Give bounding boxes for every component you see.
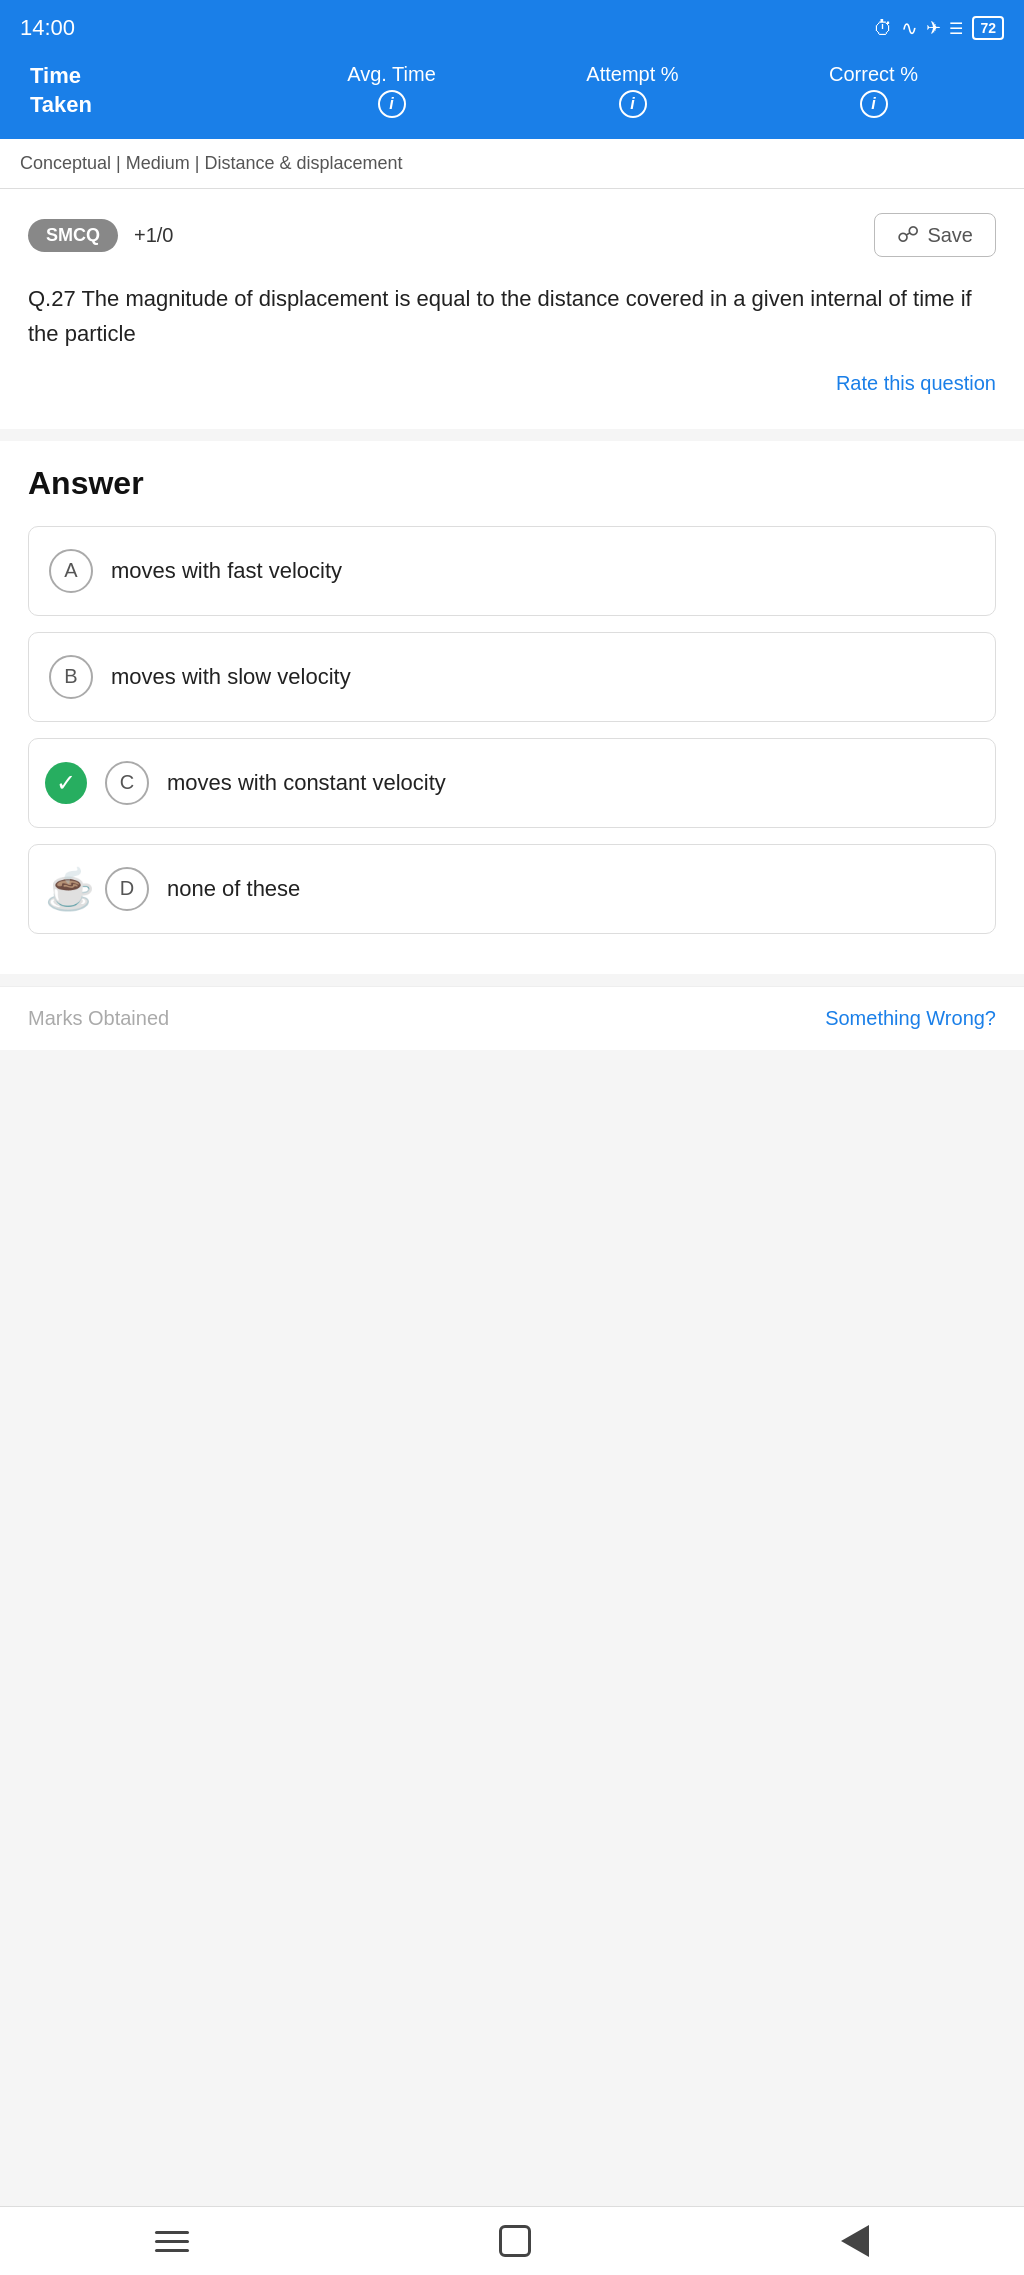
bottom-bar: Marks Obtained Something Wrong? (0, 986, 1024, 1050)
wifi-icon: ∿ (901, 16, 918, 40)
breadcrumb: Conceptual | Medium | Distance & displac… (0, 139, 1024, 189)
option-d-text: none of these (167, 876, 300, 902)
something-wrong-link[interactable]: Something Wrong? (825, 1007, 996, 1030)
hand-icon: ☕ (45, 865, 95, 912)
attempt-pct-info-icon[interactable]: i (619, 90, 647, 118)
correct-pct-info-icon[interactable]: i (860, 90, 888, 118)
header-attempt-pct: Attempt % i (512, 63, 753, 118)
bars-icon: ☰ (949, 19, 964, 38)
header-time-taken: TimeTaken (30, 62, 271, 119)
status-time: 14:00 (20, 15, 75, 41)
answer-section: Answer A moves with fast velocity B move… (0, 441, 1024, 974)
option-c-letter: C (105, 761, 149, 805)
menu-button[interactable] (155, 2231, 189, 2252)
avg-time-info-icon[interactable]: i (378, 90, 406, 118)
clock-icon: ⏱ (873, 17, 893, 40)
status-bar: 14:00 ⏱ ∿ ✈ ☰ 72 (0, 0, 1024, 52)
meta-left: SMCQ +1/0 (28, 219, 173, 252)
square-icon (499, 2225, 531, 2257)
correct-check-icon: ✓ (45, 762, 87, 804)
option-a-letter: A (49, 549, 93, 593)
signal-icon: ✈ (926, 17, 941, 39)
question-meta: SMCQ +1/0 ☍ Save (28, 213, 996, 257)
bookmark-icon: ☍ (897, 222, 919, 248)
battery-icon: 72 (972, 16, 1004, 40)
header: TimeTaken Avg. Time i Attempt % i Correc… (0, 52, 1024, 139)
option-b-text: moves with slow velocity (111, 664, 351, 690)
save-label: Save (927, 224, 973, 247)
question-card: SMCQ +1/0 ☍ Save Q.27 The magnitude of d… (0, 189, 1024, 428)
rate-question-link[interactable]: Rate this question (28, 372, 996, 395)
hamburger-icon (155, 2231, 189, 2252)
option-c-text: moves with constant velocity (167, 770, 446, 796)
marks-text: +1/0 (134, 224, 173, 247)
back-button[interactable] (841, 2225, 869, 2257)
status-icons: ⏱ ∿ ✈ ☰ 72 (873, 16, 1004, 40)
option-b[interactable]: B moves with slow velocity (28, 632, 996, 722)
time-taken-label: TimeTaken (30, 62, 271, 119)
option-c[interactable]: ✓ C moves with constant velocity (28, 738, 996, 828)
save-button[interactable]: ☍ Save (874, 213, 996, 257)
option-a-text: moves with fast velocity (111, 558, 342, 584)
nav-bar (0, 2206, 1024, 2275)
header-correct-pct: Correct % i (753, 63, 994, 118)
answer-heading: Answer (28, 465, 996, 502)
option-b-letter: B (49, 655, 93, 699)
smcq-badge: SMCQ (28, 219, 118, 252)
marks-obtained: Marks Obtained (28, 1007, 169, 1030)
option-a[interactable]: A moves with fast velocity (28, 526, 996, 616)
home-button[interactable] (499, 2225, 531, 2257)
back-icon (841, 2225, 869, 2257)
option-d-letter: D (105, 867, 149, 911)
header-avg-time: Avg. Time i (271, 63, 512, 118)
question-text: Q.27 The magnitude of displacement is eq… (28, 281, 996, 351)
option-d[interactable]: ☕ D none of these (28, 844, 996, 934)
